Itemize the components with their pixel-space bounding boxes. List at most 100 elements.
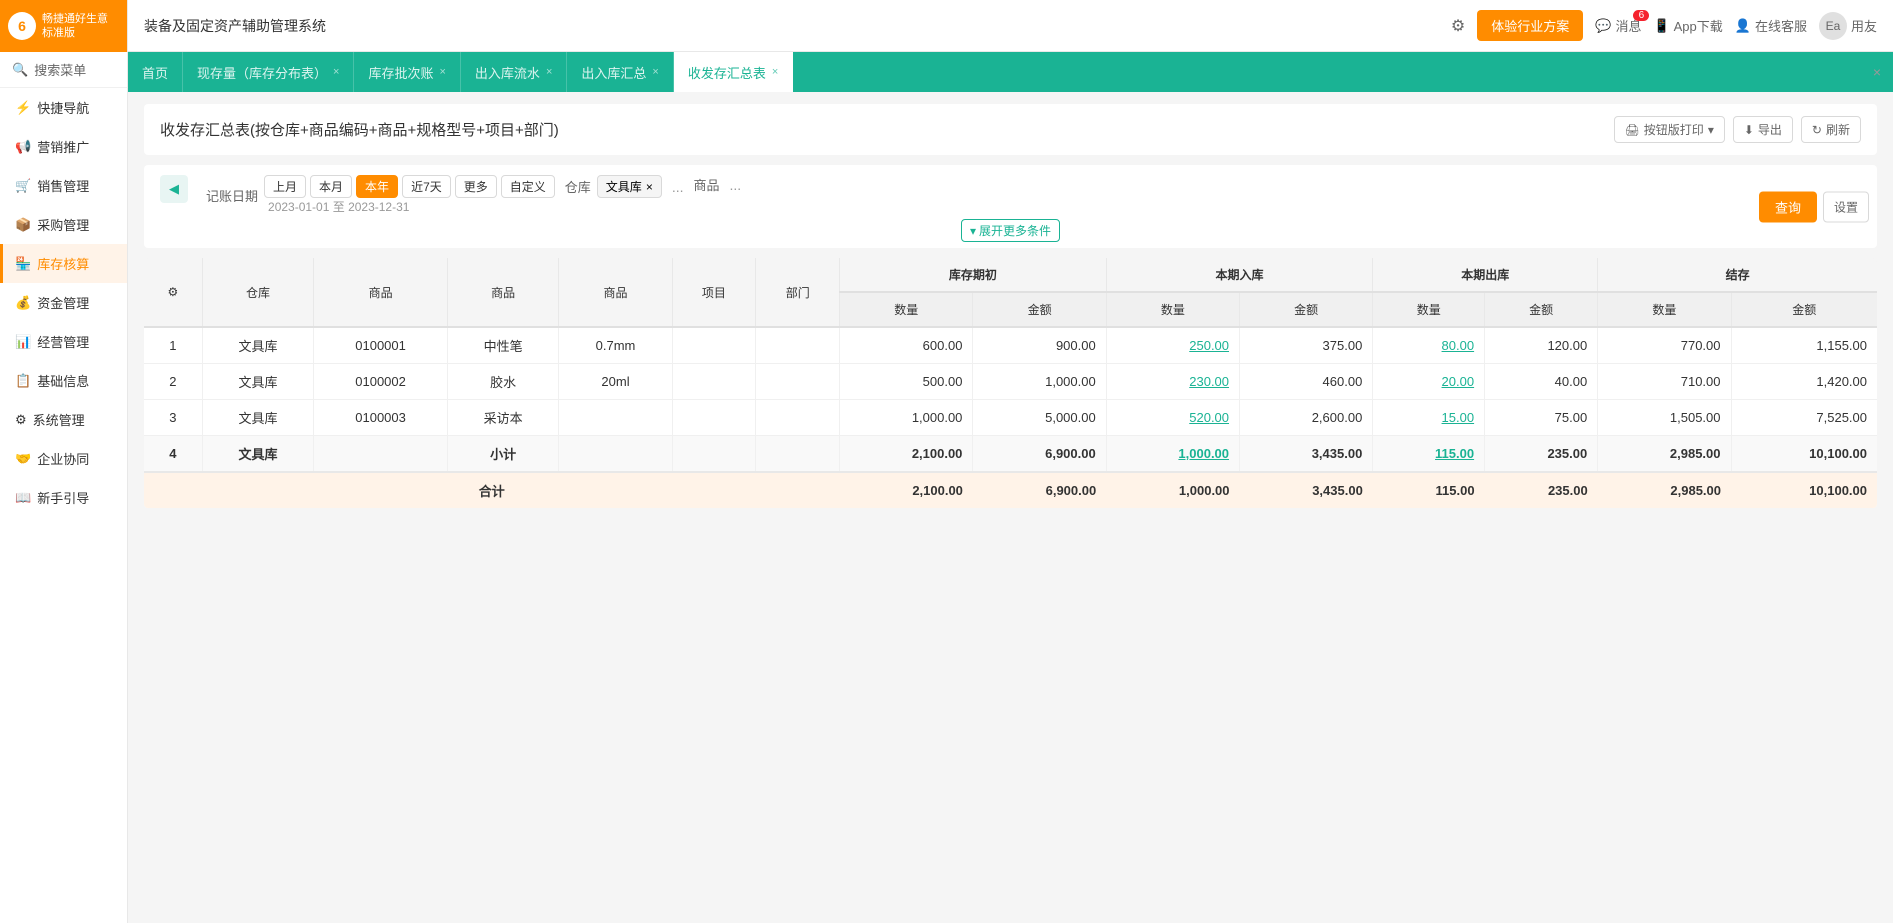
tab-inout-summary[interactable]: 出入库汇总 × <box>567 52 673 92</box>
footer-out-qty: 115.00 <box>1373 472 1485 508</box>
message-button[interactable]: 💬 消息 6 <box>1595 16 1641 35</box>
th-group-closing: 结存 <box>1598 258 1877 292</box>
cell-no: 4 <box>144 436 202 473</box>
th-closing-amount: 金额 <box>1731 292 1877 327</box>
sidebar-item-operations[interactable]: 📊 经营管理 <box>0 322 127 361</box>
cell-opening-qty: 1,000.00 <box>840 400 973 436</box>
cell-project <box>672 400 756 436</box>
cell-no: 1 <box>144 327 202 364</box>
download-icon: 📱 <box>1653 18 1669 34</box>
sidebar-item-enterprise[interactable]: 🤝 企业协同 <box>0 439 127 478</box>
sidebar: 6 畅捷通好生意标准版 🔍 搜索菜单 ⚡ 快捷导航 📢 营销推广 🛒 销售管理 … <box>0 0 128 923</box>
date-option-this-month[interactable]: 本月 <box>310 175 352 198</box>
tab-home[interactable]: 首页 <box>128 52 183 92</box>
tab-inout-flow-close[interactable]: × <box>546 66 552 78</box>
trial-button[interactable]: 体验行业方案 <box>1477 10 1583 41</box>
quick-nav-icon: ⚡ <box>15 100 31 116</box>
sidebar-item-marketing[interactable]: 📢 营销推广 <box>0 127 127 166</box>
sidebar-item-inventory[interactable]: 🏪 库存核算 <box>0 244 127 283</box>
sidebar-item-purchase[interactable]: 📦 采购管理 <box>0 205 127 244</box>
page-title: 收发存汇总表(按仓库+商品编码+商品+规格型号+项目+部门) <box>160 119 559 140</box>
cell-in-qty[interactable]: 250.00 <box>1106 327 1239 364</box>
system-icon: ⚙ <box>15 412 27 428</box>
cell-out-qty[interactable]: 20.00 <box>1373 364 1485 400</box>
finance-icon: 💰 <box>15 295 31 311</box>
tab-batch-ledger-close[interactable]: × <box>439 66 445 78</box>
tab-batch-ledger[interactable]: 库存批次账 × <box>354 52 460 92</box>
system-name: 装备及固定资产辅助管理系统 <box>144 16 1439 36</box>
tab-home-label: 首页 <box>142 63 168 82</box>
cell-no: 2 <box>144 364 202 400</box>
online-support-button[interactable]: 👤 在线客服 <box>1735 16 1807 35</box>
cell-out-qty[interactable]: 15.00 <box>1373 400 1485 436</box>
cell-in-qty[interactable]: 1,000.00 <box>1106 436 1239 473</box>
cell-in-qty[interactable]: 520.00 <box>1106 400 1239 436</box>
footer-closing-qty: 2,985.00 <box>1598 472 1731 508</box>
query-button[interactable]: 查询 <box>1759 191 1817 222</box>
warehouse-remove-icon[interactable]: × <box>646 180 653 194</box>
product-more-dots[interactable]: ... <box>730 177 742 193</box>
sidebar-item-search[interactable]: 🔍 搜索菜单 <box>0 52 127 88</box>
print-button[interactable]: 🖨 按钮版打印 ▾ <box>1614 116 1725 143</box>
warehouse-more-dots[interactable]: ... <box>672 179 684 195</box>
filter-product-section: 商品 ... <box>694 175 742 194</box>
enterprise-icon: 🤝 <box>15 451 31 467</box>
cell-out-qty[interactable]: 80.00 <box>1373 327 1485 364</box>
table-row: 2 文具库 0100002 胶水 20ml 500.00 1,000.00 23… <box>144 364 1877 400</box>
sidebar-item-basic-info[interactable]: 📋 基础信息 <box>0 361 127 400</box>
cell-in-amount: 375.00 <box>1240 327 1373 364</box>
cell-closing-qty: 2,985.00 <box>1598 436 1731 473</box>
tab-inout-flow[interactable]: 出入库流水 × <box>461 52 567 92</box>
footer-label: 合计 <box>144 472 840 508</box>
date-filter-label: 记账日期 <box>206 186 258 205</box>
th-group-out: 本期出库 <box>1373 258 1598 292</box>
app-download-button[interactable]: 📱 App下载 <box>1653 16 1722 35</box>
cell-in-amount: 460.00 <box>1240 364 1373 400</box>
page-title-bar: 收发存汇总表(按仓库+商品编码+商品+规格型号+项目+部门) 🖨 按钮版打印 ▾… <box>144 104 1877 155</box>
refresh-icon: ↻ <box>1812 123 1822 137</box>
sidebar-item-sales[interactable]: 🛒 销售管理 <box>0 166 127 205</box>
warehouse-filter-value[interactable]: 文具库 × <box>597 175 662 198</box>
cell-no: 3 <box>144 400 202 436</box>
tab-inout-flow-label: 出入库流水 <box>475 63 540 82</box>
cell-warehouse: 文具库 <box>202 364 314 400</box>
cell-out-qty[interactable]: 115.00 <box>1373 436 1485 473</box>
cell-closing-amount: 10,100.00 <box>1731 436 1877 473</box>
date-option-prev-month[interactable]: 上月 <box>264 175 306 198</box>
cell-in-qty[interactable]: 230.00 <box>1106 364 1239 400</box>
footer-opening-qty: 2,100.00 <box>840 472 973 508</box>
th-settings[interactable]: ⚙ <box>144 258 202 327</box>
tab-inout-summary-close[interactable]: × <box>652 66 658 78</box>
sidebar-item-system[interactable]: ⚙ 系统管理 <box>0 400 127 439</box>
sidebar-guide-label: 新手引导 <box>37 488 89 507</box>
system-settings-icon[interactable]: ⚙ <box>1451 16 1465 36</box>
sidebar-system-label: 系统管理 <box>33 410 85 429</box>
tab-recv-send-summary[interactable]: 收发存汇总表 × <box>674 52 793 92</box>
tab-bar-close-icon[interactable]: × <box>1861 64 1893 80</box>
date-option-custom[interactable]: 自定义 <box>501 175 555 198</box>
th-warehouse: 仓库 <box>202 258 314 327</box>
expand-conditions-btn[interactable]: ▾ 展开更多条件 <box>961 219 1060 242</box>
date-option-7days[interactable]: 近7天 <box>402 175 451 198</box>
cell-warehouse: 文具库 <box>202 400 314 436</box>
date-option-this-year[interactable]: 本年 <box>356 175 398 198</box>
sidebar-item-quick-nav[interactable]: ⚡ 快捷导航 <box>0 88 127 127</box>
date-option-more[interactable]: 更多 <box>455 175 497 198</box>
cell-department <box>756 400 840 436</box>
tab-inventory-dist-close[interactable]: × <box>333 66 339 78</box>
collapse-arrow-btn[interactable]: ◀ <box>160 175 188 203</box>
export-button[interactable]: ⬇ 导出 <box>1733 116 1793 143</box>
filter-settings-button[interactable]: 设置 <box>1823 191 1869 222</box>
cell-product-name: 小计 <box>447 436 559 473</box>
cell-closing-qty: 1,505.00 <box>1598 400 1731 436</box>
tab-recv-send-summary-close[interactable]: × <box>772 66 778 78</box>
user-button[interactable]: Ea 用友 <box>1819 12 1877 40</box>
sidebar-item-finance[interactable]: 💰 资金管理 <box>0 283 127 322</box>
refresh-button[interactable]: ↻ 刷新 <box>1801 116 1861 143</box>
sidebar-sales-label: 销售管理 <box>37 176 89 195</box>
table-row: 1 文具库 0100001 中性笔 0.7mm 600.00 900.00 25… <box>144 327 1877 364</box>
tab-inventory-dist[interactable]: 现存量（库存分布表） × <box>183 52 354 92</box>
cell-product-name: 中性笔 <box>447 327 559 364</box>
cell-opening-amount: 5,000.00 <box>973 400 1106 436</box>
sidebar-item-guide[interactable]: 📖 新手引导 <box>0 478 127 517</box>
